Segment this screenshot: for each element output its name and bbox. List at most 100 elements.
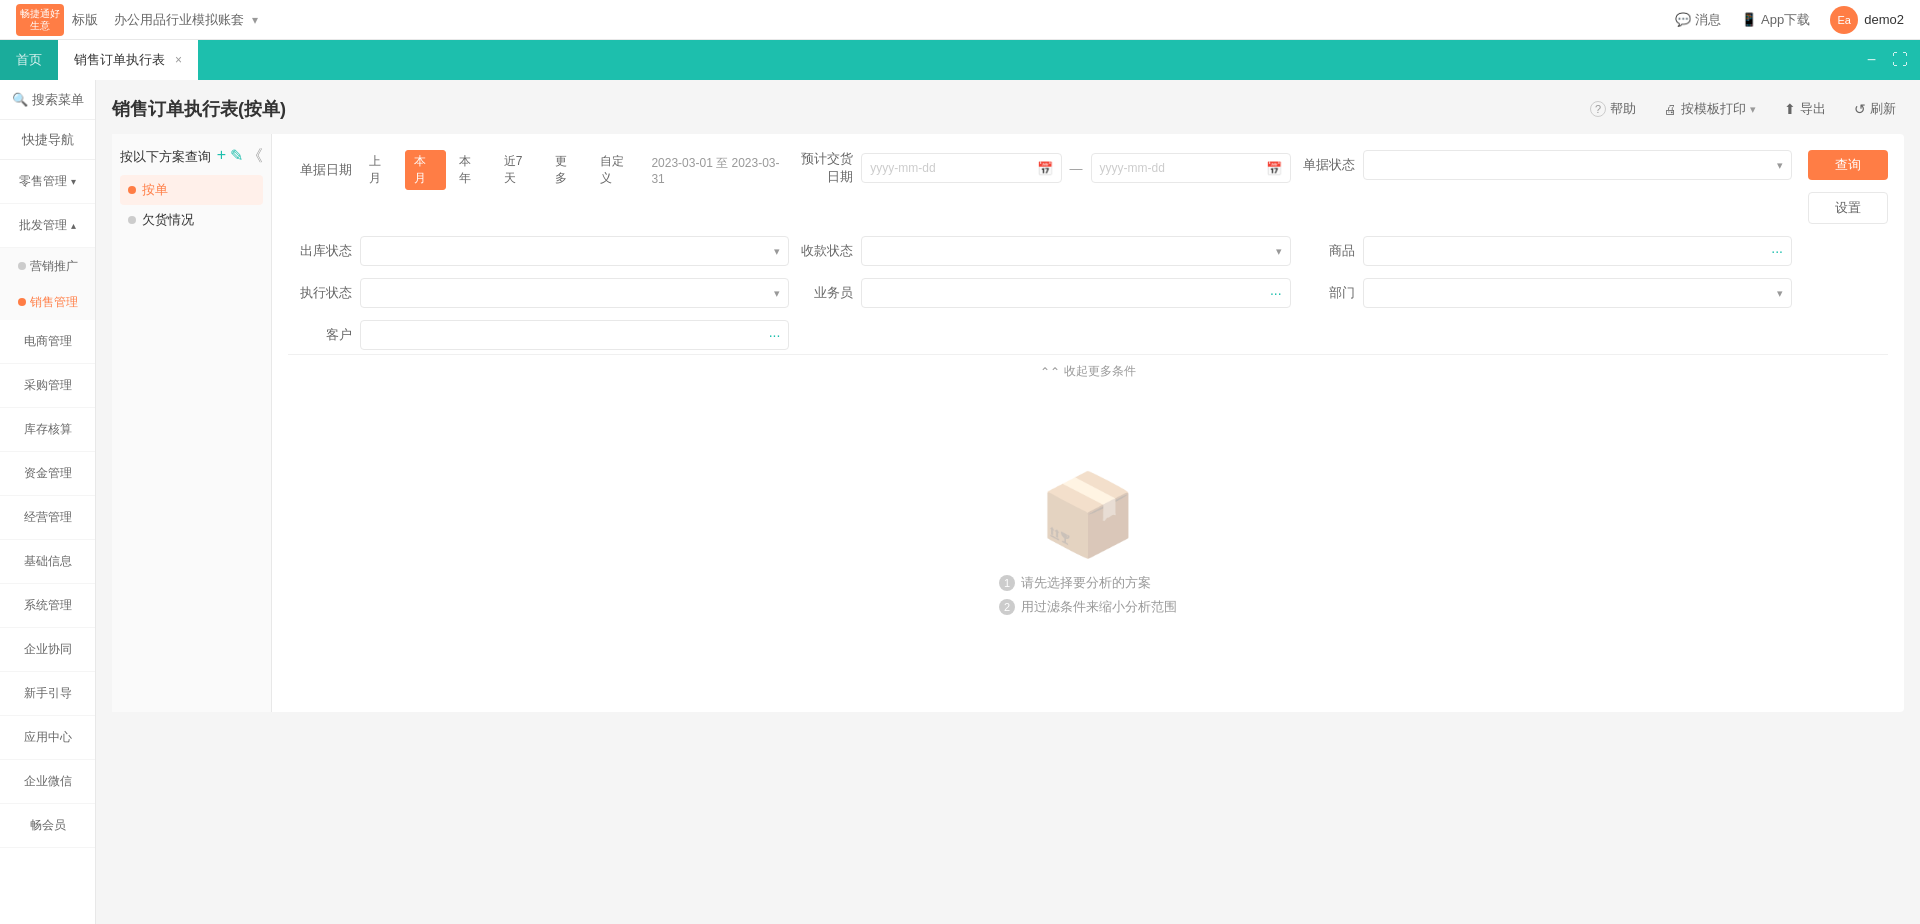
sidebar-search[interactable]: 🔍 搜索菜单 [0,80,95,120]
sidebar-item-enterprise[interactable]: 企业协同 [0,628,95,672]
page-title: 销售订单执行表(按单) [112,97,286,121]
sidebar-item-basic-label: 基础信息 [24,553,72,570]
scheme-panel: 按以下方案查询 + ✎ 《 按单 欠货情况 [112,134,272,712]
scheme-item-欠货情况[interactable]: 欠货情况 [120,205,263,235]
refresh-icon: ↺ [1854,101,1866,117]
scheme-edit-button[interactable]: ✎ [230,146,243,167]
sidebar-item-appstore[interactable]: 应用中心 [0,716,95,760]
order-status-group: 单据状态 ▾ [1291,150,1792,180]
order-status-dropdown-icon: ▾ [1777,159,1783,172]
window-title-dropdown[interactable]: ▾ [252,13,258,27]
top-header-left: 畅捷通好生意 标版 办公用品行业模拟账套 ▾ [16,4,258,36]
scheme-item-按单[interactable]: 按单 [120,175,263,205]
export-button[interactable]: ⬆ 导出 [1776,96,1834,122]
scheme-collapse-button[interactable]: 《 [247,146,263,167]
print-button[interactable]: 🖨 按模板打印 ▾ [1656,96,1764,122]
print-label: 按模板打印 [1681,100,1746,118]
date-separator: — [1070,161,1083,176]
sidebar-item-ecommerce[interactable]: 电商管理 [0,320,95,364]
sidebar-item-wholesale[interactable]: 批发管理 ▴ [0,204,95,248]
sidebar-item-purchase[interactable]: 采购管理 [0,364,95,408]
action-buttons: 查询 设置 [1808,150,1888,224]
refresh-button[interactable]: ↺ 刷新 [1846,96,1904,122]
sidebar-item-member[interactable]: 畅会员 [0,804,95,848]
goods-input[interactable]: ··· [1363,236,1792,266]
scheme-add-button[interactable]: + [217,146,226,167]
empty-tips: 1 请先选择要分析的方案 2 用过滤条件来缩小分析范围 [999,574,1177,616]
logo[interactable]: 畅捷通好生意 [16,4,64,36]
user-profile[interactable]: Ea demo2 [1830,6,1904,34]
salesman-dots-icon[interactable]: ··· [1270,285,1282,301]
dept-select[interactable]: ▾ [1363,278,1792,308]
empty-illustration: 📦 [1038,468,1138,562]
sidebar-item-finance[interactable]: 资金管理 [0,452,95,496]
search-button[interactable]: 查询 [1808,150,1888,180]
customer-input[interactable]: ··· [360,320,789,350]
order-status-select[interactable]: ▾ [1363,150,1792,180]
sidebar-item-sales[interactable]: 销售管理 [0,284,95,320]
sidebar-item-operation[interactable]: 经营管理 [0,496,95,540]
goods-group: 商品 ··· [1291,236,1792,266]
sidebar-item-system[interactable]: 系统管理 [0,584,95,628]
sidebar-item-appstore-label: 应用中心 [24,729,72,746]
app-subtitle: 标版 [72,11,98,29]
search-icon: 🔍 [12,92,28,107]
quick-date-custom[interactable]: 自定义 [591,150,643,190]
sidebar-item-newbie[interactable]: 新手引导 [0,672,95,716]
scheme-dot-active-icon [128,186,136,194]
sidebar-item-inventory-label: 库存核算 [24,421,72,438]
expected-delivery-group: 预计交货日期 yyyy-mm-dd 📅 — yyyy-mm-dd 📅 [789,150,1290,186]
sidebar-item-wechat[interactable]: 企业微信 [0,760,95,804]
exec-status-select[interactable]: ▾ [360,278,789,308]
quick-date-more[interactable]: 更多 [546,150,587,190]
app-download-label: App下载 [1761,11,1810,29]
reset-button[interactable]: 设置 [1808,192,1888,224]
export-icon: ⬆ [1784,101,1796,117]
sidebar-item-marketing[interactable]: 营销推广 [0,248,95,284]
page-actions: ? 帮助 🖨 按模板打印 ▾ ⬆ 导出 ↺ 刷新 [1582,96,1904,122]
goods-dots-icon[interactable]: ··· [1771,243,1783,259]
chevron-up-icon: ⌃⌃ [1040,365,1060,379]
tab-minimize-button[interactable]: − [1863,47,1880,73]
sidebar-item-wechat-label: 企业微信 [24,773,72,790]
quick-date-this-year[interactable]: 本年 [450,150,491,190]
stock-status-select[interactable]: ▾ [360,236,789,266]
tab-expand-button[interactable]: ⛶ [1888,47,1912,73]
tab-bar-actions: − ⛶ [1863,40,1920,80]
retail-arrow-icon: ▾ [71,176,76,187]
logo-text: 畅捷通好生意 [16,8,64,32]
print-icon: 🖨 [1664,102,1677,117]
quick-date-last7days[interactable]: 近7天 [495,150,542,190]
sidebar-item-inventory[interactable]: 库存核算 [0,408,95,452]
sidebar: 🔍 搜索菜单 快捷导航 零售管理 ▾ 批发管理 ▴ 营销推广 销 [0,80,96,924]
message-button[interactable]: 💬 消息 [1675,11,1721,29]
quick-date-this-month[interactable]: 本月 [405,150,446,190]
tab-sales-exec[interactable]: 销售订单执行表 × [58,40,198,80]
app-download-button[interactable]: 📱 App下载 [1741,11,1810,29]
sidebar-nav-label: 快捷导航 [22,131,74,149]
content-panel: 按以下方案查询 + ✎ 《 按单 欠货情况 [112,134,1904,712]
sidebar-item-system-label: 系统管理 [24,597,72,614]
sidebar-search-label: 搜索菜单 [32,91,84,109]
date-end-input[interactable]: yyyy-mm-dd 📅 [1091,153,1291,183]
sidebar-quick-nav[interactable]: 快捷导航 [0,120,95,160]
collapse-bar[interactable]: ⌃⌃ 收起更多条件 [288,354,1888,388]
tab-home[interactable]: 首页 [0,40,58,80]
page-header: 销售订单执行表(按单) ? 帮助 🖨 按模板打印 ▾ ⬆ 导出 ↺ 刷新 [112,96,1904,122]
sidebar-item-ecommerce-label: 电商管理 [24,333,72,350]
dept-dropdown-icon: ▾ [1777,287,1783,300]
sidebar-item-sales-label: 销售管理 [30,294,78,311]
quick-date-last-month[interactable]: 上月 [360,150,401,190]
scheme-header: 按以下方案查询 + ✎ 《 [120,146,263,167]
help-button[interactable]: ? 帮助 [1582,96,1644,122]
scheme-item-按单-label: 按单 [142,181,168,199]
tab-close-button[interactable]: × [175,53,182,67]
collection-status-select[interactable]: ▾ [861,236,1290,266]
sidebar-item-retail[interactable]: 零售管理 ▾ [0,160,95,204]
date-start-input[interactable]: yyyy-mm-dd 📅 [861,153,1061,183]
scheme-item-欠货情况-label: 欠货情况 [142,211,194,229]
scheme-actions: + ✎ 《 [217,146,263,167]
salesman-input[interactable]: ··· [861,278,1290,308]
sidebar-item-basic[interactable]: 基础信息 [0,540,95,584]
customer-dots-icon[interactable]: ··· [769,327,781,343]
